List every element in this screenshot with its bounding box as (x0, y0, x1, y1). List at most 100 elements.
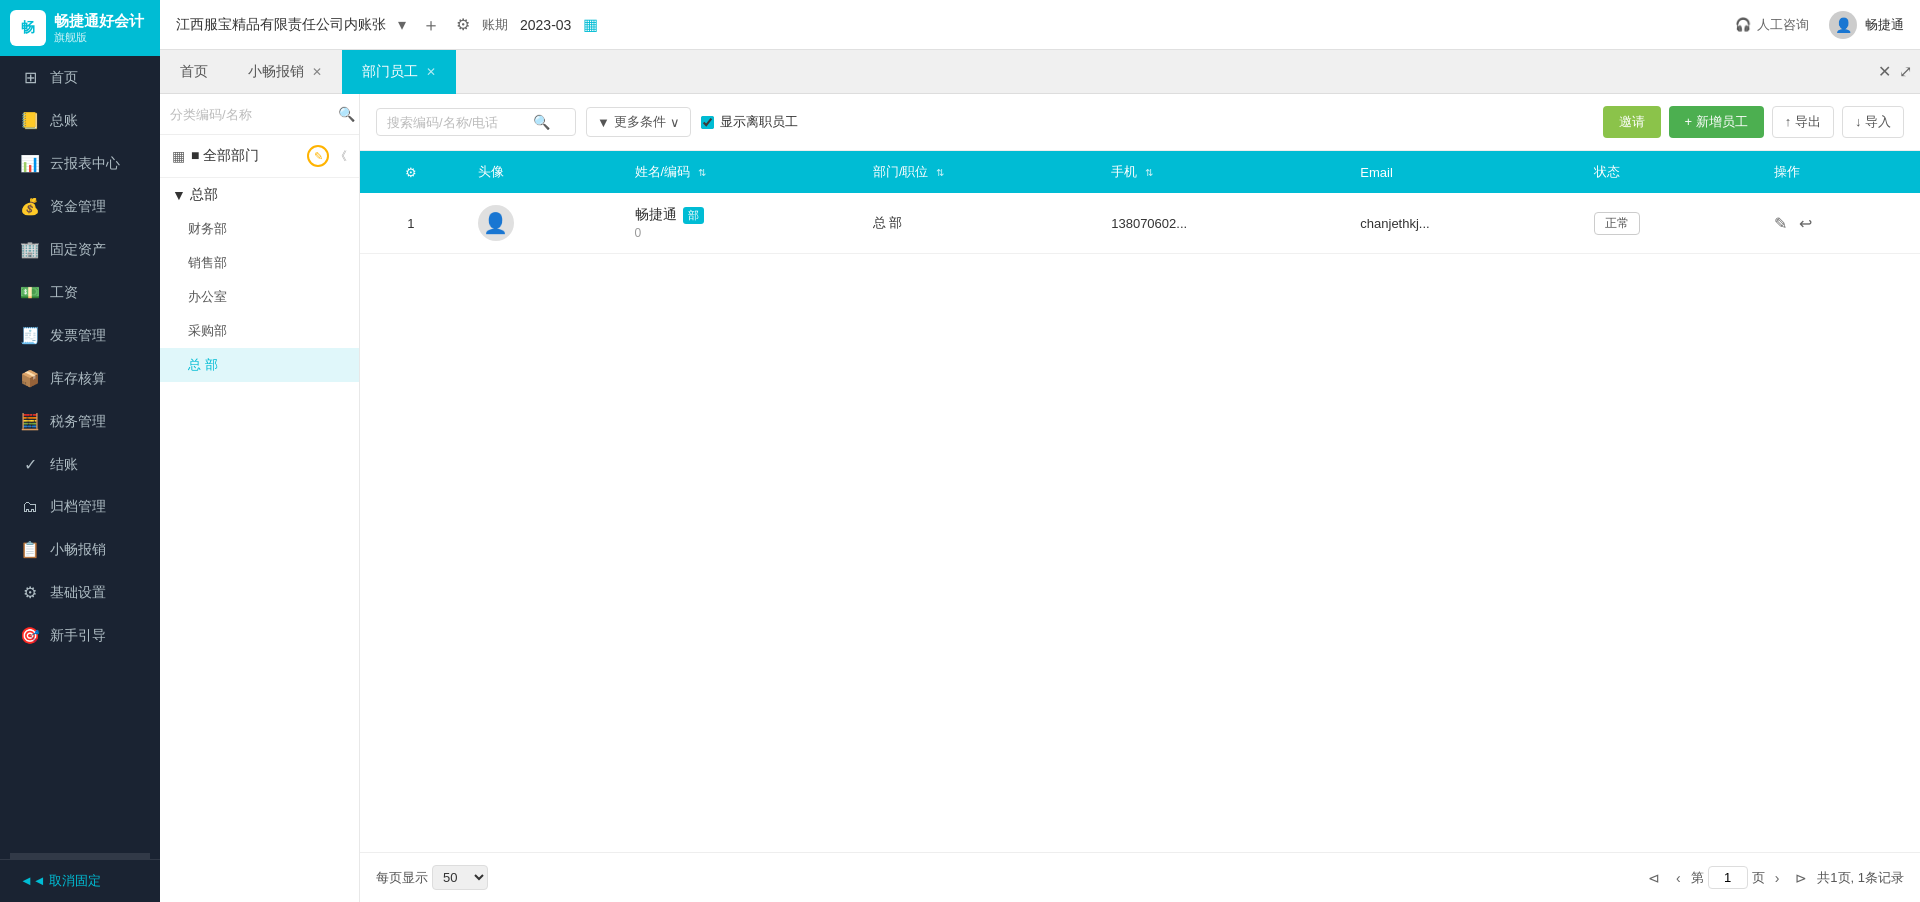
import-btn[interactable]: ↓ 导入 (1842, 106, 1904, 138)
basic-icon: ⚙ (20, 583, 40, 602)
dept-item-sales[interactable]: 销售部 (160, 246, 359, 280)
user-info[interactable]: 👤 畅捷通 (1829, 11, 1904, 39)
sidebar-label-basic: 基础设置 (50, 584, 106, 602)
sidebar-item-archive[interactable]: 🗂 归档管理 (0, 486, 160, 528)
sidebar-item-salary[interactable]: 💵 工资 (0, 271, 160, 314)
support-label: 人工咨询 (1757, 16, 1809, 34)
app-title: 畅捷通好会计 (54, 12, 144, 30)
dept-group-head: ▼ 总部 财务部 销售部 办公室 采购部 总 部 (160, 178, 359, 382)
cell-no: 1 (360, 193, 462, 254)
sidebar-item-basic[interactable]: ⚙ 基础设置 (0, 571, 160, 614)
sort-mobile-icon[interactable]: ⇅ (1145, 167, 1153, 178)
page-size-select: 每页显示 10 20 50 100 (376, 865, 488, 890)
dept-item-purchase[interactable]: 采购部 (160, 314, 359, 348)
add-company-btn[interactable]: ＋ (418, 13, 444, 37)
cell-mobile: 138070602... (1095, 193, 1344, 254)
tab-close-btn[interactable]: ✕ (1878, 62, 1891, 81)
support-btn[interactable]: 🎧 人工咨询 (1735, 16, 1809, 34)
tab-home[interactable]: 首页 (160, 50, 228, 94)
sidebar-item-reports[interactable]: 📊 云报表中心 (0, 142, 160, 185)
sidebar-label-close: 结账 (50, 456, 78, 474)
sidebar-item-guide[interactable]: 🎯 新手引导 (0, 614, 160, 657)
emp-search-icon[interactable]: 🔍 (533, 114, 550, 130)
tab-expense-label: 小畅报销 (248, 63, 304, 81)
emp-dept: 总 部 (873, 215, 903, 230)
sidebar-label-assets: 固定资产 (50, 241, 106, 259)
tab-expense-close[interactable]: ✕ (312, 65, 322, 79)
company-dropdown-btn[interactable]: ▾ (398, 15, 406, 34)
sort-dept-icon[interactable]: ⇅ (936, 167, 944, 178)
sidebar-label-archive: 归档管理 (50, 498, 106, 516)
dept-search-icon[interactable]: 🔍 (338, 106, 355, 122)
dept-all-label[interactable]: ■ 全部部门 (191, 147, 301, 165)
unpin-btn[interactable]: ◄◄ 取消固定 (0, 859, 160, 902)
archive-icon: 🗂 (20, 498, 40, 516)
cell-dept: 总 部 (857, 193, 1095, 254)
page-size-dropdown[interactable]: 10 20 50 100 (432, 865, 488, 890)
col-settings[interactable]: ⚙ (360, 151, 462, 193)
sidebar-item-tax[interactable]: 🧮 税务管理 (0, 400, 160, 443)
next-page-btn[interactable]: › (1769, 867, 1786, 889)
employee-table: ⚙ 头像 姓名/编码 ⇅ 部门/职位 ⇅ 手机 (360, 151, 1920, 852)
sidebar-item-close[interactable]: ✓ 结账 (0, 443, 160, 486)
col-avatar: 头像 (462, 151, 619, 193)
emp-search-input[interactable] (387, 115, 527, 130)
salary-icon: 💵 (20, 283, 40, 302)
logo-icon: 畅 (10, 10, 46, 46)
tab-maximize-btn[interactable]: ⤢ (1899, 62, 1912, 81)
table-row: 1 👤 畅捷通 部 0 (360, 193, 1920, 254)
status-badge: 正常 (1594, 212, 1640, 235)
invite-btn[interactable]: 邀请 (1603, 106, 1661, 138)
edit-btn[interactable]: ✎ (1774, 214, 1787, 233)
filter-btn[interactable]: ▼ 更多条件 ∨ (586, 107, 691, 137)
sidebar-label-tax: 税务管理 (50, 413, 106, 431)
table: ⚙ 头像 姓名/编码 ⇅ 部门/职位 ⇅ 手机 (360, 151, 1920, 254)
emp-search-box: 🔍 (376, 108, 576, 136)
sort-name-icon[interactable]: ⇅ (698, 167, 706, 178)
delete-btn[interactable]: ↩ (1799, 214, 1812, 233)
inventory-icon: 📦 (20, 369, 40, 388)
toolbar: 🔍 ▼ 更多条件 ∨ 显示离职员工 邀请 + 新增员工 ↑ 导出 ↓ 导入 (360, 94, 1920, 151)
sidebar-item-assets[interactable]: 🏢 固定资产 (0, 228, 160, 271)
sidebar-item-ledger[interactable]: 📒 总账 (0, 99, 160, 142)
dept-add-btn[interactable]: ✎ (307, 145, 329, 167)
sidebar-item-funds[interactable]: 💰 资金管理 (0, 185, 160, 228)
sidebar-item-home[interactable]: ⊞ 首页 (0, 56, 160, 99)
export-btn[interactable]: ↑ 导出 (1772, 106, 1834, 138)
dept-group-head-label[interactable]: ▼ 总部 (160, 178, 359, 212)
sidebar-item-expense[interactable]: 📋 小畅报销 (0, 528, 160, 571)
dept-collapse-icon[interactable]: 《 (335, 148, 347, 165)
first-page-btn[interactable]: ⊲ (1642, 867, 1666, 889)
dept-item-head[interactable]: 总 部 (160, 348, 359, 382)
resigned-checkbox-input[interactable] (701, 116, 714, 129)
headset-icon: 🎧 (1735, 17, 1751, 32)
add-emp-btn[interactable]: + 新增员工 (1669, 106, 1764, 138)
calendar-icon[interactable]: ▦ (583, 15, 598, 34)
dept-item-finance[interactable]: 财务部 (160, 212, 359, 246)
sidebar-label-funds: 资金管理 (50, 198, 106, 216)
tabs-right: ✕ ⤢ (1878, 62, 1920, 81)
sidebar-label-guide: 新手引导 (50, 627, 106, 645)
filter-label: 更多条件 (614, 113, 666, 131)
tab-dept-emp-close[interactable]: ✕ (426, 65, 436, 79)
dept-search-input[interactable] (170, 107, 338, 122)
content-panel: 🔍 ▼ 更多条件 ∨ 显示离职员工 邀请 + 新增员工 ↑ 导出 ↓ 导入 (360, 94, 1920, 902)
prev-page-btn[interactable]: ‹ (1670, 867, 1687, 889)
header-right: 🎧 人工咨询 👤 畅捷通 (1735, 11, 1904, 39)
sidebar-item-invoice[interactable]: 🧾 发票管理 (0, 314, 160, 357)
emp-name: 畅捷通 (635, 206, 677, 224)
settings-btn[interactable]: ⚙ (456, 15, 470, 34)
last-page-btn[interactable]: ⊳ (1789, 867, 1813, 889)
user-avatar: 👤 (1829, 11, 1857, 39)
show-resigned-checkbox[interactable]: 显示离职员工 (701, 113, 798, 131)
sidebar-nav: ⊞ 首页 📒 总账 📊 云报表中心 💰 资金管理 🏢 固定资产 💵 工资 🧾 发… (0, 56, 160, 853)
logo-text-block: 畅捷通好会计 旗舰版 (54, 12, 144, 45)
sidebar-item-inventory[interactable]: 📦 库存核算 (0, 357, 160, 400)
unpin-label: ◄◄ 取消固定 (20, 872, 101, 890)
cell-avatar: 👤 (462, 193, 619, 254)
tab-dept-emp[interactable]: 部门员工 ✕ (342, 50, 456, 94)
tab-dept-emp-label: 部门员工 (362, 63, 418, 81)
page-input[interactable] (1708, 866, 1748, 889)
dept-item-office[interactable]: 办公室 (160, 280, 359, 314)
tab-expense[interactable]: 小畅报销 ✕ (228, 50, 342, 94)
